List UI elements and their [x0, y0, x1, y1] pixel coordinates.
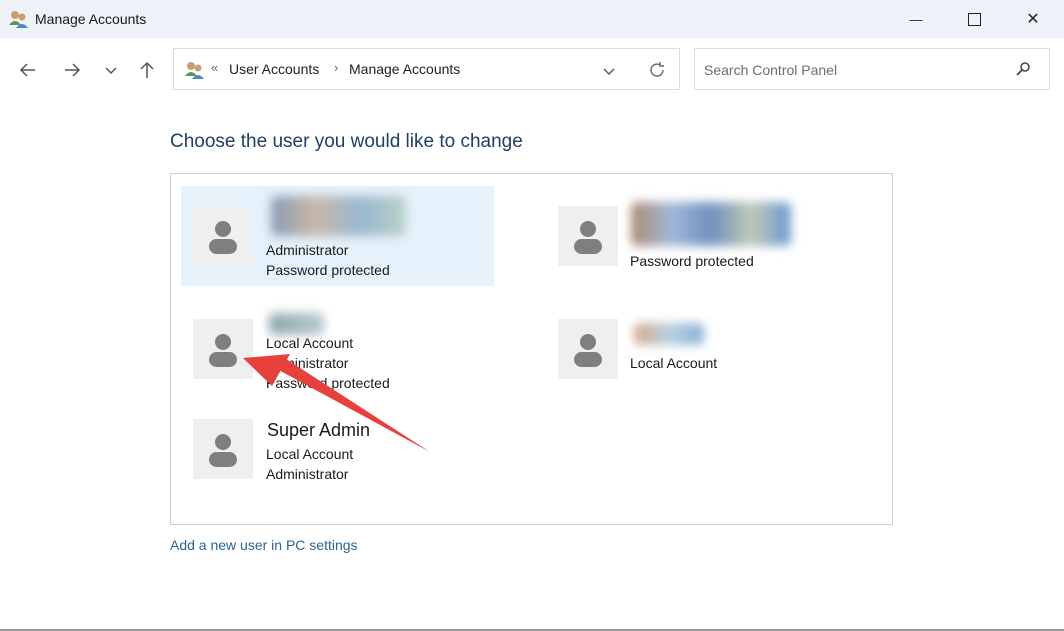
user-tile[interactable]: Administrator Password protected — [181, 186, 494, 286]
user-accounts-icon — [9, 11, 28, 28]
user-accounts-icon — [185, 62, 204, 79]
user-tile[interactable]: Password protected — [546, 196, 859, 276]
user-name-redacted — [634, 323, 704, 345]
breadcrumb-manage-accounts[interactable]: Manage Accounts — [349, 61, 460, 77]
up-button[interactable] — [132, 56, 162, 84]
user-silhouette-icon — [209, 221, 237, 254]
minimize-button[interactable]: — — [887, 0, 945, 38]
arrow-up-icon — [140, 61, 154, 78]
back-button[interactable] — [13, 56, 43, 84]
minimize-icon: — — [909, 11, 923, 27]
user-name-redacted — [269, 313, 324, 335]
avatar — [558, 206, 618, 266]
user-name: Super Admin — [267, 420, 371, 440]
search-input[interactable]: Search Control Panel — [704, 62, 837, 78]
user-detail: Local Account — [630, 355, 718, 371]
avatar — [193, 206, 253, 266]
user-detail: Password protected — [266, 375, 390, 391]
close-button[interactable]: ✕ — [1004, 0, 1062, 38]
page-heading: Choose the user you would like to change — [170, 131, 523, 152]
user-detail: Password protected — [630, 253, 754, 269]
user-silhouette-icon — [574, 221, 602, 254]
maximize-icon — [967, 12, 981, 26]
user-detail: Local Account — [266, 335, 354, 351]
user-detail: Local Account — [266, 446, 354, 462]
breadcrumb-overflow[interactable]: « — [211, 60, 218, 75]
user-tile[interactable]: Local Account — [546, 309, 859, 389]
avatar — [193, 419, 253, 479]
close-icon: ✕ — [1026, 11, 1040, 28]
refresh-icon[interactable] — [648, 61, 666, 79]
window-title: Manage Accounts — [35, 11, 147, 27]
user-name-redacted — [271, 196, 406, 236]
forward-button[interactable] — [57, 56, 87, 84]
user-detail: Administrator — [266, 242, 349, 258]
user-silhouette-icon — [209, 434, 237, 467]
user-silhouette-icon — [574, 334, 602, 367]
arrow-left-icon — [19, 63, 35, 77]
breadcrumb-user-accounts[interactable]: User Accounts — [229, 61, 319, 77]
recent-locations-button[interactable] — [96, 56, 126, 84]
add-new-user-link[interactable]: Add a new user in PC settings — [170, 537, 358, 553]
maximize-button[interactable] — [945, 0, 1003, 38]
user-tile[interactable]: Local Account Administrator Password pro… — [181, 309, 494, 399]
user-detail: Password protected — [266, 262, 390, 278]
user-detail: Administrator — [266, 466, 349, 482]
search-box[interactable]: Search Control Panel — [694, 48, 1050, 90]
user-tile[interactable]: Super Admin Local Account Administrator — [181, 412, 494, 492]
chevron-down-icon — [105, 67, 117, 75]
user-silhouette-icon — [209, 334, 237, 367]
breadcrumb-separator[interactable]: › — [334, 60, 338, 75]
avatar — [193, 319, 253, 379]
chevron-down-icon[interactable] — [602, 64, 616, 78]
search-icon[interactable] — [1015, 61, 1031, 77]
title-bar: Manage Accounts — ✕ — [0, 0, 1064, 38]
user-list: Administrator Password protected Passwor… — [170, 173, 893, 525]
user-name-redacted — [631, 202, 791, 246]
address-bar[interactable]: « User Accounts › Manage Accounts — [173, 48, 680, 90]
user-detail: Administrator — [266, 355, 349, 371]
arrow-right-icon — [65, 63, 81, 77]
avatar — [558, 319, 618, 379]
